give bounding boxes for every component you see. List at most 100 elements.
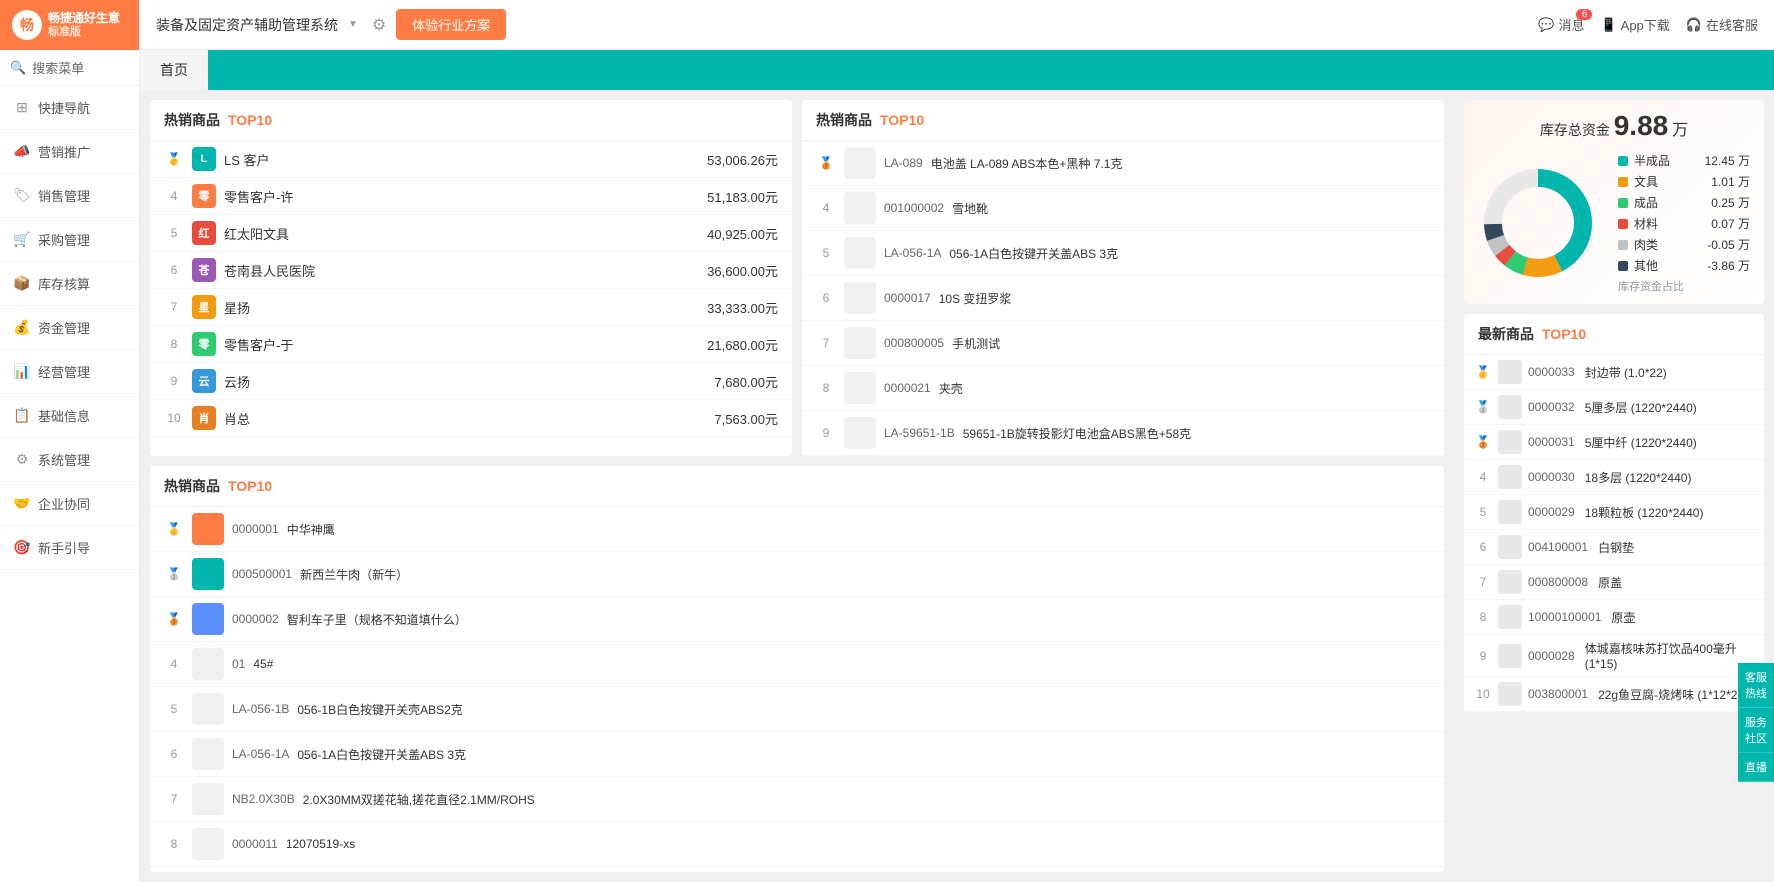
- inventory-subtitle: 库存资金占比: [1618, 278, 1750, 294]
- sidebar-item-kuaijie[interactable]: ⊞ 快捷导航: [0, 86, 139, 130]
- table-row: 4 零 零售客户-许 51,183.00元: [150, 178, 792, 215]
- product-thumbnail: [1498, 570, 1522, 594]
- product-thumbnail: [844, 327, 876, 359]
- product-code: 0000031: [1528, 435, 1575, 449]
- rank-num: 8: [164, 837, 184, 851]
- sidebar-item-zijin[interactable]: 💰 资金管理: [0, 306, 139, 350]
- legend-label: 文具: [1634, 173, 1705, 190]
- sidebar-item-qiye[interactable]: 🤝 企业协同: [0, 482, 139, 526]
- messages-button[interactable]: 💬 消息 6: [1538, 15, 1584, 34]
- customer-name: 云扬: [224, 372, 706, 391]
- customers-title: 热销商品: [164, 110, 220, 130]
- list-item: 6 LA-056-1A 056-1A白色按键开关盖ABS 3克: [150, 732, 1444, 777]
- search-menu[interactable]: 🔍 搜索菜单: [0, 50, 139, 86]
- product-code: 0000032: [1528, 400, 1575, 414]
- list-item: 🥈 0000032 5厘多层 (1220*2440): [1464, 390, 1764, 425]
- product-thumbnail: [844, 192, 876, 224]
- list-item: 8 0000011 12070519-xs: [150, 822, 1444, 867]
- list-item: 4 01 45#: [150, 642, 1444, 687]
- new-products-header: 最新商品 TOP10: [1464, 314, 1764, 355]
- logo-text: 畅捷通好生意 标准版: [48, 11, 120, 39]
- customer-value: 51,183.00元: [707, 187, 778, 206]
- list-item: 🥈 000500001 新西兰牛肉（新牛）: [150, 552, 1444, 597]
- table-row: 7 星 星扬 33,333.00元: [150, 289, 792, 326]
- sidebar-item-jichu[interactable]: 📋 基础信息: [0, 394, 139, 438]
- home-icon: ⊞: [14, 100, 30, 116]
- gear-icon[interactable]: ⚙: [372, 15, 386, 35]
- product-thumbnail: [192, 648, 224, 680]
- product-name: 22g鱼豆腐-烧烤味 (1*12*20): [1598, 686, 1754, 703]
- table-row: 8 零 零售客户-于 21,680.00元: [150, 326, 792, 363]
- hot-products-card: 热销商品 TOP10 🥇 0000001 中华神鹰 🥈 000500001 新: [150, 466, 1444, 872]
- customer-badge: L: [192, 147, 216, 171]
- top-customers-card: 热销商品 TOP10 🥇 L LS 客户 53,006.26元 4 零: [150, 100, 792, 456]
- table-row: 4 001000002 雪地靴: [802, 186, 1444, 231]
- product-code: 000800008: [1528, 575, 1588, 589]
- product-thumbnail: [844, 417, 876, 449]
- list-item: 7 NB2.0X30B 2.0X30MM双搓花轴,搓花直径2.1MM/ROHS: [150, 777, 1444, 822]
- hot-products-list: 🥇 0000001 中华神鹰 🥈 000500001 新西兰牛肉（新牛） 🥉: [150, 507, 1444, 872]
- dropdown-icon[interactable]: ▼: [348, 19, 358, 30]
- sidebar-item-caigou[interactable]: 🛒 采购管理: [0, 218, 139, 262]
- legend-value: 0.07 万: [1711, 215, 1750, 232]
- list-item: 8 10000100001 原壶: [1464, 600, 1764, 635]
- info-icon: 📋: [14, 408, 30, 424]
- list-item: 10 003800001 22g鱼豆腐-烧烤味 (1*12*20): [1464, 677, 1764, 712]
- rank-num: 10: [164, 411, 184, 425]
- product-thumbnail: [1498, 430, 1522, 454]
- sidebar-item-xiaoshou[interactable]: 🏷 销售管理: [0, 174, 139, 218]
- cs-hotline-button[interactable]: 客服热线: [1738, 663, 1774, 708]
- rank-num: 4: [816, 201, 836, 215]
- customer-value: 21,680.00元: [707, 335, 778, 354]
- customer-name: 红太阳文具: [224, 224, 699, 243]
- customer-badge: 星: [192, 295, 216, 319]
- logo-icon: 畅: [12, 10, 42, 40]
- customer-badge: 云: [192, 369, 216, 393]
- legend-label: 肉类: [1634, 236, 1701, 253]
- sidebar-item-kucun[interactable]: 📦 库存核算: [0, 262, 139, 306]
- hot-products-top10: TOP10: [228, 478, 272, 494]
- product-thumbnail: [1498, 605, 1522, 629]
- sidebar-item-xinshou[interactable]: 🎯 新手引导: [0, 526, 139, 570]
- app-download-button[interactable]: 📱 App下载: [1600, 15, 1669, 34]
- rank-num: 8: [1474, 610, 1492, 624]
- online-service-button[interactable]: 🎧 在线客服: [1686, 15, 1758, 34]
- new-products-list: 🥇 0000033 封边带 (1.0*22) 🥈 0000032 5厘多层 (1…: [1464, 355, 1764, 712]
- business-icon: 📊: [14, 364, 30, 380]
- finance-icon: 💰: [14, 320, 30, 336]
- customer-name: 星扬: [224, 298, 699, 317]
- sidebar-item-jingying[interactable]: 📊 经营管理: [0, 350, 139, 394]
- trial-button[interactable]: 体验行业方案: [396, 9, 506, 40]
- legend-value: 12.45 万: [1705, 152, 1750, 169]
- cs-live-button[interactable]: 直播: [1738, 753, 1774, 782]
- product-thumbnail: [1498, 395, 1522, 419]
- product-code: 000800005: [884, 336, 944, 350]
- product-name: 056-1A白色按键开关盖ABS 3克: [949, 245, 1430, 262]
- table-row: 7 000800005 手机测试: [802, 321, 1444, 366]
- product-name: 原盖: [1598, 574, 1754, 591]
- inventory-icon: 📦: [14, 276, 30, 292]
- product-name: 2.0X30MM双搓花轴,搓花直径2.1MM/ROHS: [303, 791, 1430, 808]
- list-item: 9 KK-SD22110H 花语萌恒温分腿睡袋（厚款）: [150, 867, 1444, 872]
- product-name: 手机测试: [952, 335, 1430, 352]
- content-left: 热销商品 TOP10 🥇 L LS 客户 53,006.26元 4 零: [140, 90, 1454, 882]
- product-code: 0000029: [1528, 505, 1575, 519]
- product-code: 0000017: [884, 291, 931, 305]
- customer-badge: 零: [192, 184, 216, 208]
- cs-community-button[interactable]: 服务社区: [1738, 708, 1774, 753]
- customer-value: 7,680.00元: [714, 372, 778, 391]
- sidebar-item-yingxiao[interactable]: 📣 营销推广: [0, 130, 139, 174]
- products-right-top10: TOP10: [880, 112, 924, 128]
- product-code: LA-056-1A: [884, 246, 941, 260]
- tab-home[interactable]: 首页: [140, 50, 208, 90]
- sidebar-item-xitong[interactable]: ⚙ 系统管理: [0, 438, 139, 482]
- rank-num: 6: [164, 263, 184, 277]
- marketing-icon: 📣: [14, 144, 30, 160]
- product-code: LA-59651-1B: [884, 426, 955, 440]
- service-icon: 🎧: [1686, 17, 1702, 33]
- product-thumbnail: [192, 513, 224, 545]
- hot-products-header: 热销商品 TOP10: [150, 466, 1444, 507]
- content-right: 库存总资金 9.88 万: [1454, 90, 1774, 882]
- product-name: 电池盖 LA-089 ABS本色+黑种 7.1克: [931, 155, 1430, 172]
- legend-value: -0.05 万: [1707, 236, 1750, 253]
